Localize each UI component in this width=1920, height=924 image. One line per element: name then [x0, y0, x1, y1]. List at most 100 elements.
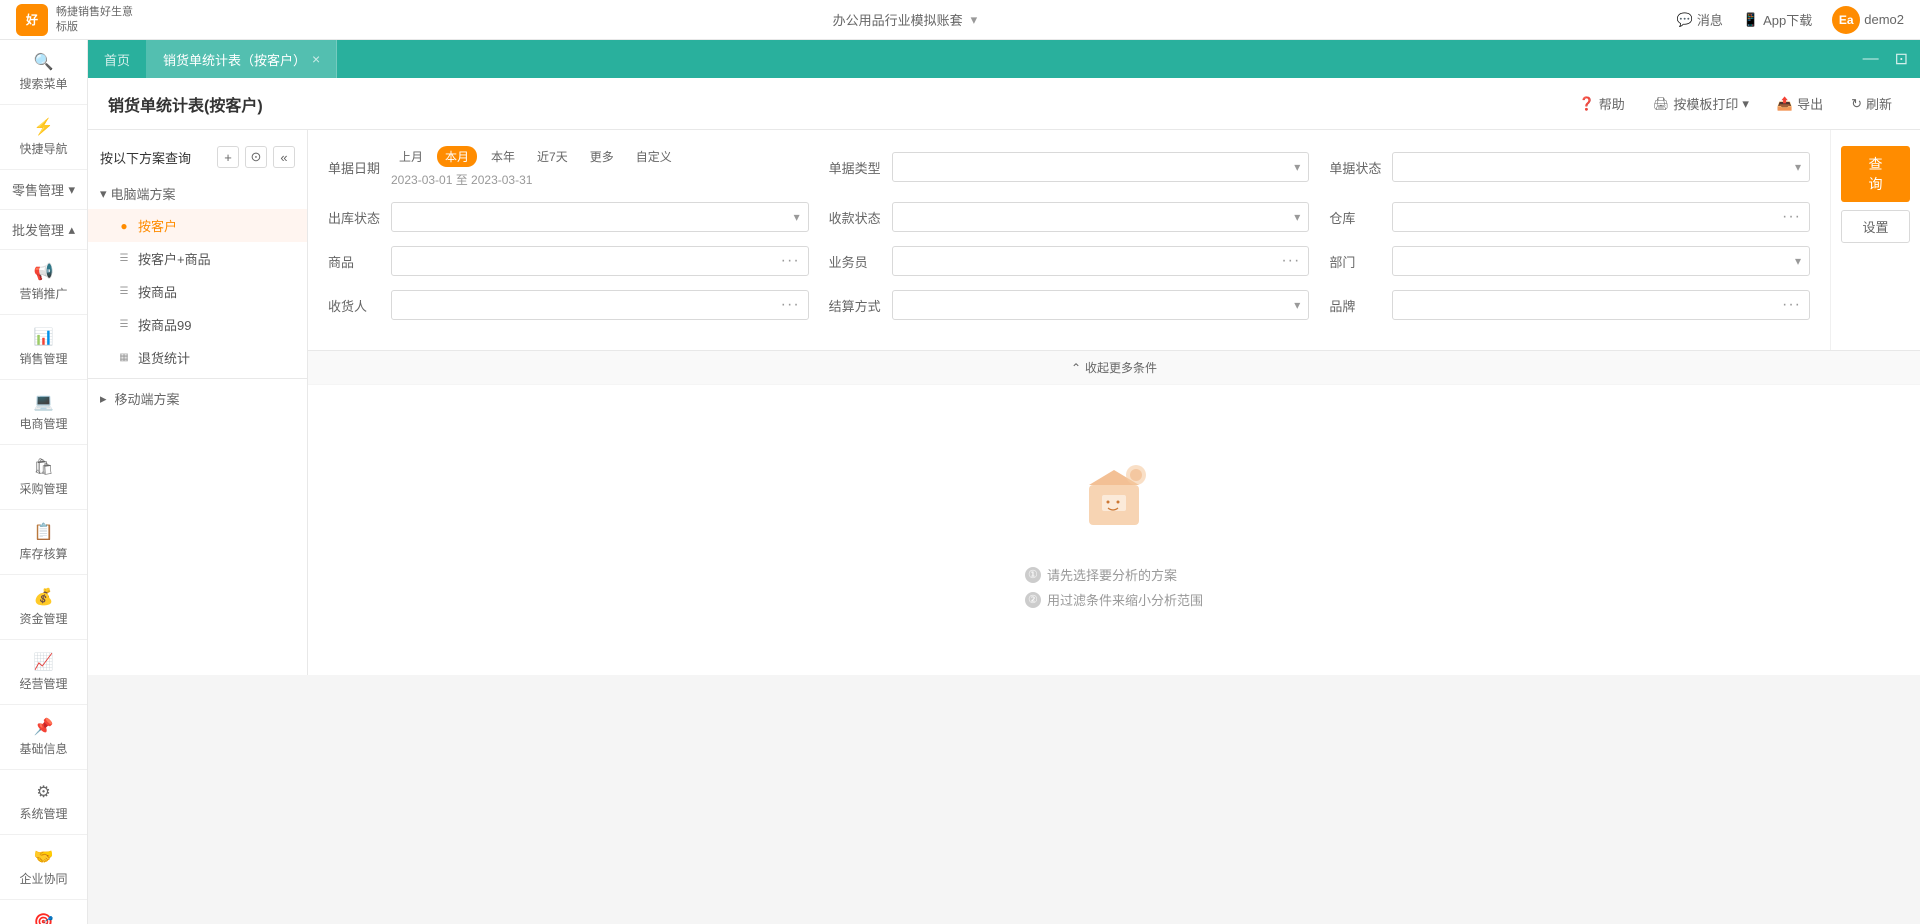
filter-row-1: 单据日期 上月 本月 本年 近7天 更多: [328, 146, 1810, 188]
receive-status-dropdown[interactable]: ▾: [892, 202, 1310, 232]
help-button[interactable]: ❓ 帮助: [1571, 90, 1633, 117]
sidebar-item-basic[interactable]: 📌 基础信息: [0, 705, 87, 770]
filter-product-field: 商品 ···: [328, 246, 809, 276]
tab-close-icon[interactable]: ×: [312, 51, 320, 67]
sidebar-item-operation[interactable]: 📈 经营管理: [0, 640, 87, 705]
filter-warehouse-field: 仓库 ···: [1329, 202, 1810, 232]
receive-status-arrow-icon: ▾: [1294, 210, 1300, 224]
out-status-dropdown[interactable]: ▾: [391, 202, 809, 232]
warehouse-input[interactable]: ···: [1392, 202, 1810, 232]
scheme-by-customer[interactable]: ● 按客户: [88, 209, 307, 242]
sidebar-item-inventory[interactable]: 📋 库存核算: [0, 510, 87, 575]
sidebar-item-quicknav[interactable]: ⚡ 快捷导航: [0, 105, 87, 170]
warehouse-dots-icon: ···: [1782, 208, 1801, 226]
scheme-by-product-icon: ☰: [116, 284, 132, 300]
page-header: 销货单统计表(按客户) ❓ 帮助 🖨 按模板打印 ▾ 📤 导出: [88, 78, 1920, 130]
ecommerce-icon: 💻: [8, 392, 79, 412]
app-logo-icon: 好: [16, 4, 48, 36]
scheme-edit-button[interactable]: ⊙: [245, 146, 267, 168]
filter-row-4: 收货人 ··· 结算方式: [328, 290, 1810, 320]
filter-main: 单据日期 上月 本月 本年 近7天 更多: [308, 130, 1920, 675]
out-status-label: 出库状态: [328, 208, 383, 227]
empty-tips: ① 请先选择要分析的方案 ② 用过滤条件来缩小分析范围: [1025, 565, 1203, 615]
user-avatar-button[interactable]: Ea demo2: [1832, 6, 1904, 34]
sidebar-item-system[interactable]: ⚙ 系统管理: [0, 770, 87, 835]
sidebar-item-sales[interactable]: 📊 销售管理: [0, 315, 87, 380]
tab-maximize-icon[interactable]: ⊡: [1891, 45, 1912, 73]
order-type-dropdown[interactable]: ▾: [892, 152, 1310, 182]
tab-sales-stats[interactable]: 销货单统计表（按客户） ×: [147, 40, 337, 78]
date-tab-this-year[interactable]: 本年: [483, 146, 523, 167]
scheme-header: 按以下方案查询 + ⊙ «: [88, 140, 307, 174]
refresh-button[interactable]: ↻ 刷新: [1843, 90, 1900, 117]
salesperson-dots-icon: ···: [1281, 252, 1300, 270]
marketing-icon: 📢: [8, 262, 79, 282]
filter-receive-status-field: 收款状态 ▾: [829, 202, 1310, 232]
tab-home[interactable]: 首页: [88, 40, 147, 78]
brand-input[interactable]: ···: [1392, 290, 1810, 320]
receive-status-label: 收款状态: [829, 208, 884, 227]
consignee-input[interactable]: ···: [391, 290, 809, 320]
product-input[interactable]: ···: [391, 246, 809, 276]
date-tab-7days[interactable]: 近7天: [529, 146, 576, 167]
scheme-by-product[interactable]: ☰ 按商品: [88, 275, 307, 308]
query-button[interactable]: 查询: [1841, 146, 1910, 202]
export-button[interactable]: 📤 导出: [1769, 90, 1831, 117]
empty-tip-2: ② 用过滤条件来缩小分析范围: [1025, 590, 1203, 609]
page-actions: ❓ 帮助 🖨 按模板打印 ▾ 📤 导出 ↻ 刷新: [1571, 90, 1900, 117]
date-tab-more[interactable]: 更多: [582, 146, 622, 167]
settlement-label: 结算方式: [829, 296, 884, 315]
scheme-collapse-button[interactable]: «: [273, 146, 295, 168]
salesperson-input[interactable]: ···: [892, 246, 1310, 276]
order-status-arrow-icon: ▾: [1795, 160, 1801, 174]
date-tab-custom[interactable]: 自定义: [628, 146, 680, 167]
settlement-arrow-icon: ▾: [1294, 298, 1300, 312]
date-label: 单据日期: [328, 158, 383, 177]
scheme-by-product-99[interactable]: ☰ 按商品99: [88, 308, 307, 341]
collapse-icon: ⌃: [1071, 361, 1081, 375]
print-button[interactable]: 🖨 按模板打印 ▾: [1645, 90, 1757, 117]
filter-side-buttons: 查询 设置: [1830, 130, 1920, 350]
guide-icon: 🎯: [8, 912, 79, 924]
sidebar-item-purchase[interactable]: 🛍 采购管理: [0, 445, 87, 510]
refresh-icon: ↻: [1851, 96, 1862, 112]
sidebar-item-cooperation[interactable]: 🤝 企业协同: [0, 835, 87, 900]
filter-panel: 单据日期 上月 本月 本年 近7天 更多: [308, 130, 1830, 350]
logo-text: 畅捷销售好生意 标版: [56, 5, 133, 34]
sidebar-item-ecommerce[interactable]: 💻 电商管理: [0, 380, 87, 445]
message-button[interactable]: 💬 消息: [1677, 10, 1723, 29]
date-tab-this-month[interactable]: 本月: [437, 146, 477, 167]
scheme-by-customer-icon: ●: [116, 218, 132, 234]
sidebar-item-marketing[interactable]: 📢 营销推广: [0, 250, 87, 315]
sidebar-item-guide[interactable]: 🎯 新手引导: [0, 900, 87, 924]
industry-dropdown-icon[interactable]: ▾: [971, 12, 978, 28]
date-tab-last-month[interactable]: 上月: [391, 146, 431, 167]
order-status-dropdown[interactable]: ▾: [1392, 152, 1810, 182]
collapse-label: 收起更多条件: [1085, 359, 1157, 376]
empty-state: ① 请先选择要分析的方案 ② 用过滤条件来缩小分析范围: [308, 385, 1920, 675]
scheme-add-button[interactable]: +: [217, 146, 239, 168]
sidebar-item-search[interactable]: 🔍 搜索菜单: [0, 40, 87, 105]
filter-out-status-field: 出库状态 ▾: [328, 202, 809, 232]
sidebar: 🔍 搜索菜单 ⚡ 快捷导航 零售管理 ▾ 批发管理 ▴ 📢 营销推广 📊 销售管…: [0, 40, 88, 924]
wholesale-arrow-icon: ▴: [68, 222, 75, 238]
scheme-desktop-group-header[interactable]: ▾ 电脑端方案: [88, 178, 307, 209]
salesperson-label: 业务员: [829, 252, 884, 271]
filter-order-type-field: 单据类型 ▾: [829, 152, 1310, 182]
settings-button[interactable]: 设置: [1841, 210, 1910, 243]
filter-row-2: 出库状态 ▾ 收款状态: [328, 202, 1810, 232]
sidebar-item-finance[interactable]: 💰 资金管理: [0, 575, 87, 640]
app-download-button[interactable]: 📱 App下载: [1743, 10, 1812, 29]
scheme-by-customer-product[interactable]: ☰ 按客户+商品: [88, 242, 307, 275]
collapse-bar[interactable]: ⌃ 收起更多条件: [308, 350, 1920, 384]
consignee-label: 收货人: [328, 296, 383, 315]
sidebar-item-wholesale[interactable]: 批发管理 ▴: [0, 210, 87, 250]
sidebar-item-retail[interactable]: 零售管理 ▾: [0, 170, 87, 210]
scheme-return-stats[interactable]: ▦ 退货统计: [88, 341, 307, 374]
tab-minimize-icon[interactable]: —: [1859, 46, 1883, 72]
logo-area: 好 畅捷销售好生意 标版: [16, 4, 133, 36]
scheme-mobile-group-header[interactable]: ▸ 移动端方案: [88, 383, 307, 414]
product-label: 商品: [328, 252, 383, 271]
settlement-dropdown[interactable]: ▾: [892, 290, 1310, 320]
department-dropdown[interactable]: ▾: [1392, 246, 1810, 276]
